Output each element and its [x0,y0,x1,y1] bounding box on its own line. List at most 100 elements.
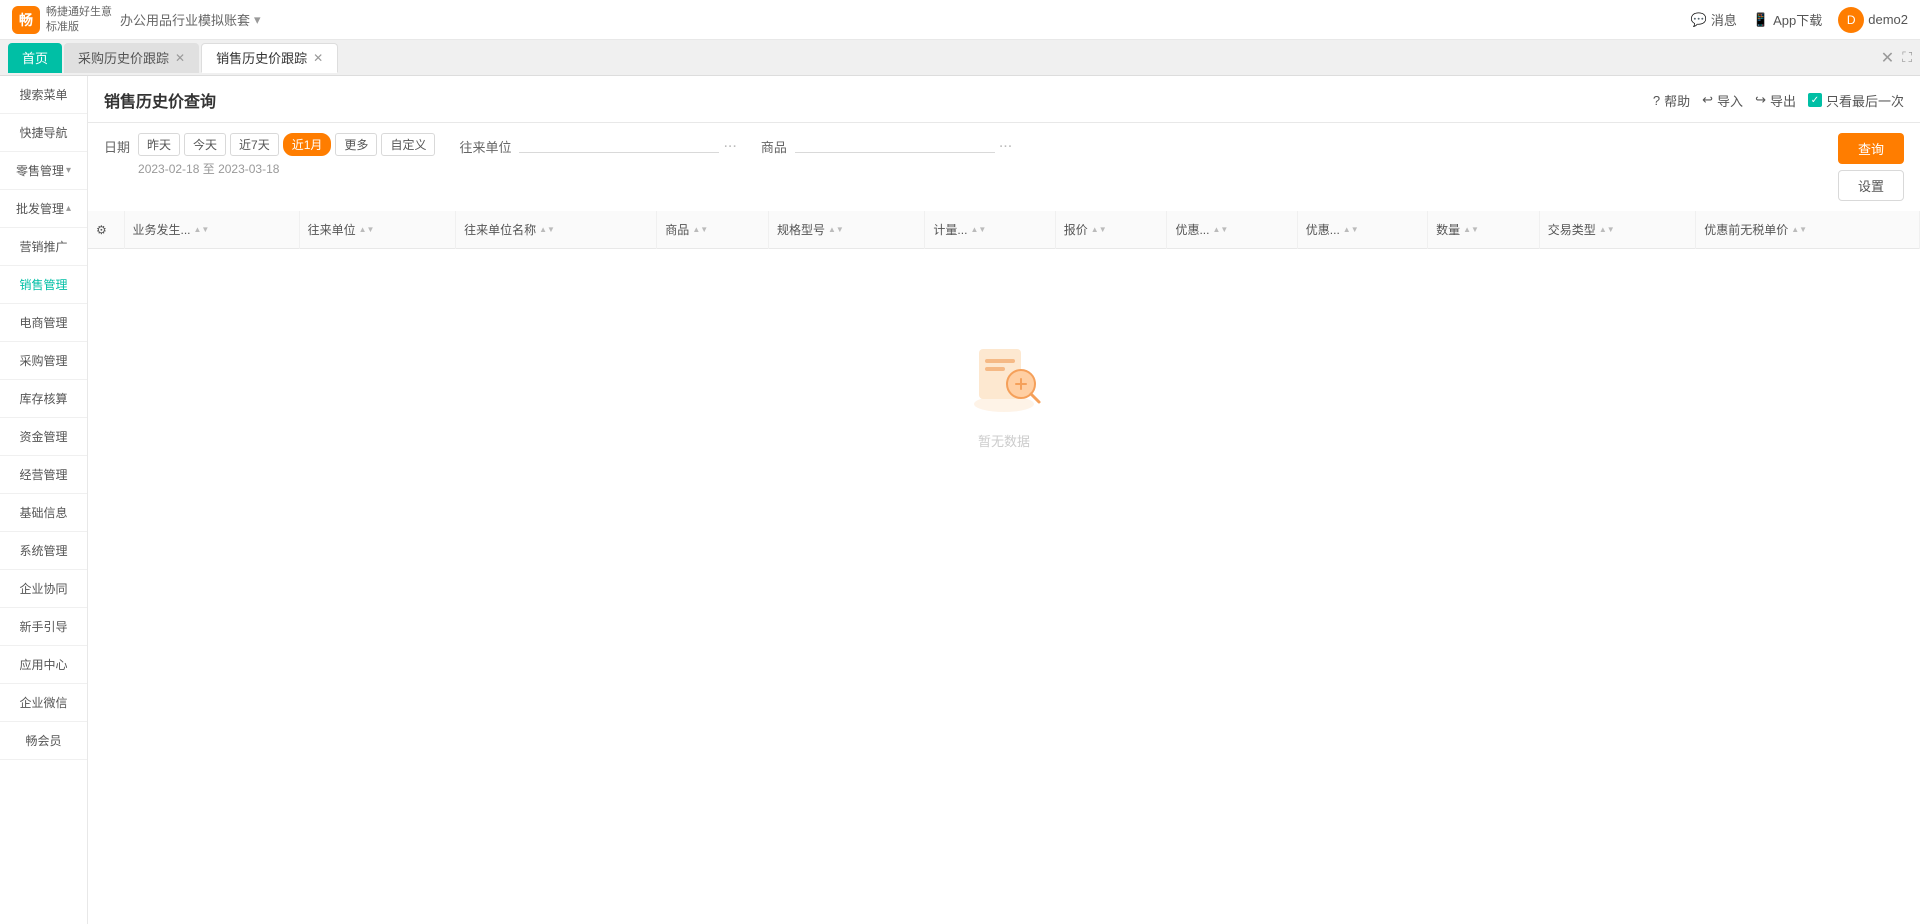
col-partner-name-label: 往来单位名称 [464,221,536,238]
import-label: 导入 [1717,91,1743,110]
table-col-settings[interactable]: ⚙ [88,211,124,249]
tab-purchase[interactable]: 采购历史价跟踪 ✕ [64,43,199,73]
sidebar-item-sales-mgmt[interactable]: 销售管理 [0,266,87,304]
sidebar-item-operations[interactable]: 经营管理 [0,456,87,494]
logo-text: 畅捷通好生意 标准版 [46,5,112,34]
sort-discount2-icon: ▲▼ [1343,226,1359,234]
sidebar-wholesale-label-row: 批发管理 ▴ [4,200,83,217]
date-btn-custom[interactable]: 自定义 [381,133,435,156]
breadcrumb-text: 办公用品行业模拟账套 [120,10,250,29]
action-btn-group: 查询 设置 [1838,133,1904,201]
export-icon: ↪ [1755,92,1766,108]
tab-purchase-close-icon[interactable]: ✕ [175,51,185,65]
col-goods-label: 商品 [665,221,689,238]
sidebar-item-shortcut[interactable]: 快捷导航 [0,114,87,152]
sort-partner-name-icon: ▲▼ [539,226,555,234]
sidebar-item-inventory[interactable]: 库存核算 [0,380,87,418]
table-col-trade-type[interactable]: 交易类型 ▲▼ [1539,211,1695,249]
window-close-icon[interactable]: ✕ [1881,48,1894,68]
import-icon: ↩ [1702,92,1713,108]
partner-input[interactable] [519,133,719,153]
window-expand-icon[interactable]: ⛶ [1902,49,1912,66]
table-col-spec[interactable]: 规格型号 ▲▼ [768,211,924,249]
goods-input[interactable] [795,133,995,153]
empty-state: 暂无数据 [88,249,1920,530]
tab-sales[interactable]: 销售历史价跟踪 ✕ [201,43,338,73]
search-button[interactable]: 查询 [1838,133,1904,164]
table-col-partner-name[interactable]: 往来单位名称 ▲▼ [456,211,657,249]
col-biz-date-label: 业务发生... [133,221,191,238]
col-pre-tax-price-label: 优惠前无税单价 [1704,221,1788,238]
sidebar-item-corp-wx[interactable]: 企业微信 [0,684,87,722]
sidebar-item-system[interactable]: 系统管理 [0,532,87,570]
export-button[interactable]: ↪ 导出 [1755,91,1796,110]
wholesale-chevron-up-icon: ▴ [66,203,71,214]
topbar: 畅 畅捷通好生意 标准版 办公用品行业模拟账套 ▾ 💬 消息 📱 App下载 D… [0,0,1920,40]
app-download-button[interactable]: 📱 App下载 [1753,10,1822,29]
goods-select-icon[interactable]: ... [999,134,1012,152]
date-btn-more[interactable]: 更多 [335,133,377,156]
tabbar: 首页 采购历史价跟踪 ✕ 销售历史价跟踪 ✕ ✕ ⛶ [0,40,1920,76]
date-btn-7days[interactable]: 近7天 [230,133,279,156]
partner-select-icon[interactable]: ... [723,134,736,152]
sidebar-item-search[interactable]: 搜索菜单 [0,76,87,114]
table-col-quote[interactable]: 报价 ▲▼ [1055,211,1167,249]
user-area[interactable]: D demo2 [1838,7,1908,33]
table-col-goods[interactable]: 商品 ▲▼ [657,211,769,249]
page-header: 销售历史价查询 ? 帮助 ↩ 导入 ↪ 导出 ✓ [88,76,1920,123]
topbar-right: 💬 消息 📱 App下载 D demo2 [1691,7,1908,33]
tabbar-actions: ✕ ⛶ [1881,48,1912,68]
sidebar-item-member[interactable]: 畅会员 [0,722,87,760]
sidebar-item-finance[interactable]: 资金管理 [0,418,87,456]
goods-filter-group: 商品 ... [761,133,1012,156]
tab-sales-close-icon[interactable]: ✕ [313,51,323,65]
partner-filter-group: 往来单位 ... [459,133,736,156]
date-btn-1month[interactable]: 近1月 [283,133,332,156]
sort-unit-icon: ▲▼ [970,226,986,234]
date-btn-yesterday[interactable]: 昨天 [138,133,180,156]
sort-pre-tax-price-icon: ▲▼ [1791,226,1807,234]
table-col-biz-date[interactable]: 业务发生... ▲▼ [124,211,299,249]
app-label: App下载 [1773,10,1822,29]
tab-home-label: 首页 [22,48,48,67]
import-button[interactable]: ↩ 导入 [1702,91,1743,110]
sort-partner-code-icon: ▲▼ [359,226,375,234]
col-trade-type-label: 交易类型 [1548,221,1596,238]
user-name: demo2 [1868,12,1908,27]
settings-button[interactable]: 设置 [1838,170,1904,201]
col-partner-code-label: 往来单位 [308,221,356,238]
date-buttons: 昨天 今天 近7天 近1月 更多 自定义 [138,133,435,156]
message-button[interactable]: 💬 消息 [1691,10,1737,29]
help-button[interactable]: ? 帮助 [1653,91,1690,110]
breadcrumb-chevron-icon[interactable]: ▾ [254,12,261,28]
table-col-pre-tax-price[interactable]: 优惠前无税单价 ▲▼ [1696,211,1920,249]
table-col-unit[interactable]: 计量... ▲▼ [925,211,1055,249]
sidebar-item-basic[interactable]: 基础信息 [0,494,87,532]
sidebar-item-marketing[interactable]: 营销推广 [0,228,87,266]
tab-home[interactable]: 首页 [8,43,62,73]
partner-filter-label: 往来单位 [459,133,511,156]
sort-goods-icon: ▲▼ [692,226,708,234]
date-btn-today[interactable]: 今天 [184,133,226,156]
only-latest-toggle[interactable]: ✓ 只看最后一次 [1808,91,1904,110]
sidebar-item-wholesale[interactable]: 批发管理 ▴ [0,190,87,228]
table-col-discount1[interactable]: 优惠... ▲▼ [1167,211,1297,249]
date-filter-group: 日期 昨天 今天 近7天 近1月 更多 自定义 2023-02-18 至 202… [104,133,435,177]
col-qty-label: 数量 [1436,221,1460,238]
only-latest-checkbox[interactable]: ✓ [1808,93,1822,107]
logo-line2: 标准版 [46,20,112,34]
main-layout: 搜索菜单 快捷导航 零售管理 ▾ 批发管理 ▴ 营销推广 销售管理 电商管理 采 [0,76,1920,924]
sidebar-item-purchase-mgmt[interactable]: 采购管理 [0,342,87,380]
sidebar-shortcut-label: 快捷导航 [19,126,67,140]
sort-biz-date-icon: ▲▼ [194,226,210,234]
table-col-partner-code[interactable]: 往来单位 ▲▼ [299,211,455,249]
sidebar-item-enterprise[interactable]: 企业协同 [0,570,87,608]
sidebar-item-newbie[interactable]: 新手引导 [0,608,87,646]
table-settings-gear-icon[interactable]: ⚙ [96,223,107,237]
sidebar-item-ecommerce[interactable]: 电商管理 [0,304,87,342]
table-col-qty[interactable]: 数量 ▲▼ [1428,211,1540,249]
sidebar-item-retail[interactable]: 零售管理 ▾ [0,152,87,190]
sidebar-item-app-center[interactable]: 应用中心 [0,646,87,684]
table-col-discount2[interactable]: 优惠... ▲▼ [1297,211,1427,249]
page-title-row: 销售历史价查询 ? 帮助 ↩ 导入 ↪ 导出 ✓ [104,88,1904,112]
